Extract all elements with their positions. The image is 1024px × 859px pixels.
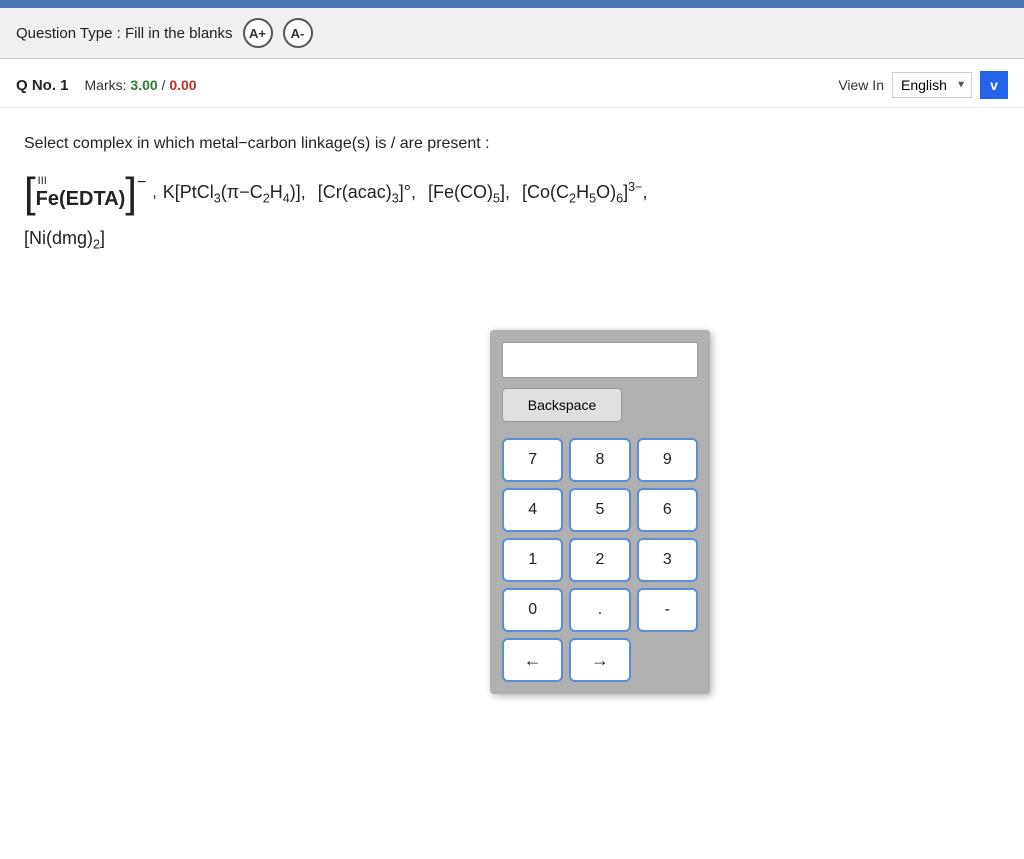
view-in-area: View In English v (838, 71, 1008, 99)
numpad-nav: ← → (502, 638, 698, 682)
numpad-2[interactable]: 2 (569, 538, 630, 582)
collapse-button[interactable]: v (980, 71, 1008, 99)
k-ptcl3: K[PtCl3(π−C2H4)], (163, 176, 306, 210)
left-arrow-button[interactable]: ← (502, 638, 563, 682)
top-bar (0, 0, 1024, 8)
marks-display: Marks: 3.00 / 0.00 (85, 77, 197, 93)
numpad-4[interactable]: 4 (502, 488, 563, 532)
view-in-label: View In (838, 77, 884, 93)
charge-minus-1: − (137, 169, 146, 198)
nav-spacer (637, 638, 698, 682)
language-dropdown-wrapper[interactable]: English (892, 72, 972, 98)
marks-label: Marks: (85, 77, 127, 93)
numpad-5[interactable]: 5 (569, 488, 630, 532)
font-increase-button[interactable]: A+ (243, 18, 273, 48)
bracket-right-1: ] (125, 172, 137, 214)
comma-1: , (152, 179, 156, 208)
fe-edta-name: Fe(EDTA) (36, 187, 126, 211)
second-line: [Ni(dmg)2] (24, 222, 1000, 256)
co-c2h5o6: [Co(C2H5O)6]3−, (522, 176, 647, 210)
cr-acac: [Cr(acac)3]°, (318, 176, 416, 210)
numpad-7[interactable]: 7 (502, 438, 563, 482)
roman-iii: III (38, 176, 47, 187)
font-decrease-button[interactable]: A- (283, 18, 313, 48)
numpad-6[interactable]: 6 (637, 488, 698, 532)
fe-edta-inner: III Fe(EDTA) (36, 176, 126, 211)
language-select[interactable]: English (892, 72, 972, 98)
numpad-8[interactable]: 8 (569, 438, 630, 482)
ni-dmg2: [Ni(dmg)2] (24, 228, 105, 248)
numpad-grid: 7 8 9 4 5 6 1 2 3 0 . - (502, 438, 698, 632)
bracket-left-1: [ (24, 172, 36, 214)
numpad-minus[interactable]: - (637, 588, 698, 632)
question-type-label: Question Type : Fill in the blanks (16, 25, 233, 42)
question-text: Select complex in which metal−carbon lin… (24, 132, 1000, 156)
fe-co5: [Fe(CO)5], (428, 176, 510, 210)
numpad-9[interactable]: 9 (637, 438, 698, 482)
chemistry-content: [ III Fe(EDTA) ] − , K[PtCl3(π−C2H4)], [… (24, 172, 1000, 256)
question-type-bar: Question Type : Fill in the blanks A+ A- (0, 8, 1024, 59)
right-arrow-button[interactable]: → (569, 638, 630, 682)
question-header: Q No. 1 Marks: 3.00 / 0.00 View In Engli… (0, 59, 1024, 108)
numpad-overlay: Backspace 7 8 9 4 5 6 1 2 3 0 . - ← → (490, 330, 710, 694)
numpad-0[interactable]: 0 (502, 588, 563, 632)
numpad-dot[interactable]: . (569, 588, 630, 632)
backspace-button[interactable]: Backspace (502, 388, 622, 422)
marks-separator: / (162, 77, 166, 93)
marks-earned: 3.00 (130, 77, 157, 93)
numpad-1[interactable]: 1 (502, 538, 563, 582)
marks-total: 0.00 (169, 77, 196, 93)
numpad-display[interactable] (502, 342, 698, 378)
question-body: Select complex in which metal−carbon lin… (0, 108, 1024, 292)
numpad-3[interactable]: 3 (637, 538, 698, 582)
question-number: Q No. 1 (16, 77, 69, 94)
